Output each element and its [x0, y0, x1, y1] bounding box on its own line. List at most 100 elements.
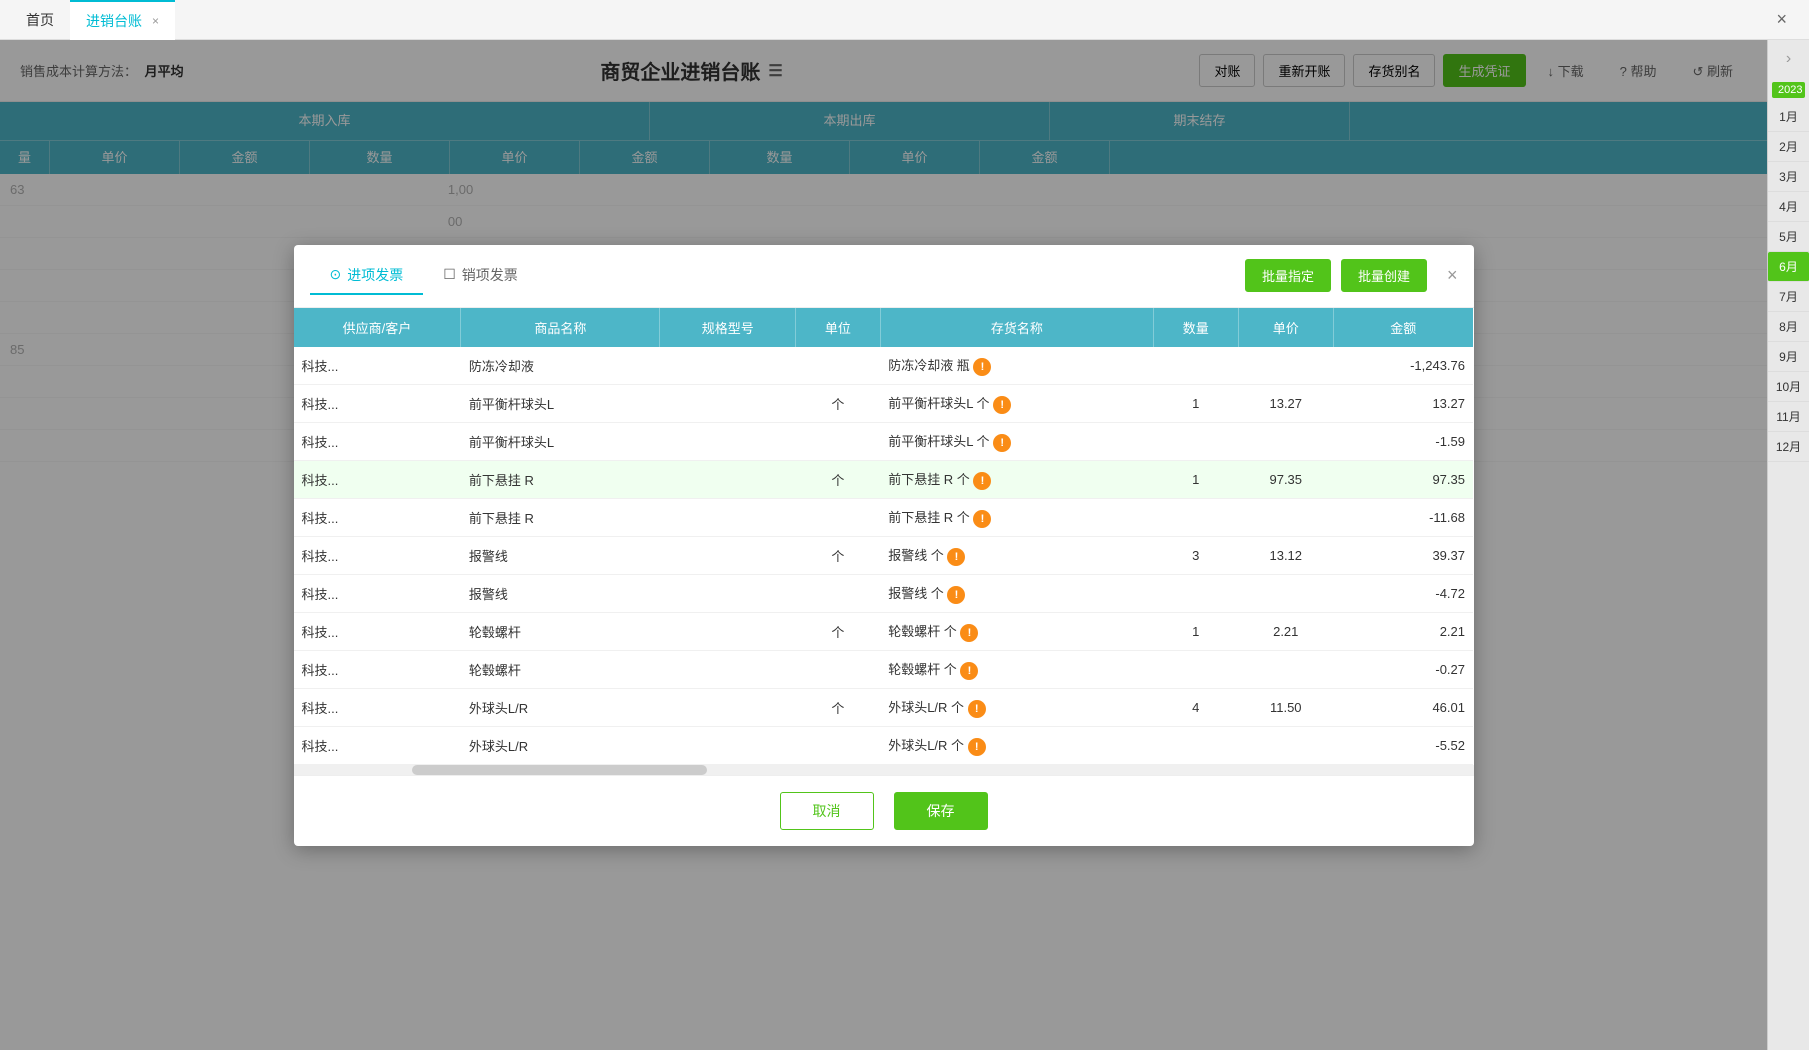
tab-close-icon[interactable]: ×	[152, 1, 159, 41]
cell-amount: 46.01	[1333, 688, 1473, 726]
dialog-close-button[interactable]: ×	[1447, 265, 1458, 286]
cell-qty: 4	[1153, 688, 1238, 726]
cell-inventory: 前下悬挂 R 个 !	[880, 460, 1153, 498]
cell-amount: -1,243.76	[1333, 347, 1473, 385]
month-item-8[interactable]: 8月	[1768, 312, 1809, 342]
th-spec: 规格型号	[660, 308, 796, 347]
cell-price: 11.50	[1238, 688, 1333, 726]
cell-spec	[660, 422, 796, 460]
cell-supplier: 科技...	[294, 347, 461, 385]
cell-qty: 1	[1153, 612, 1238, 650]
cell-unit: 个	[796, 460, 881, 498]
cell-product: 轮毂螺杆	[461, 650, 660, 688]
dialog-table: 供应商/客户 商品名称 规格型号 单位 存货名称 数量 单价 金额	[294, 308, 1474, 765]
cell-product: 前平衡杆球头L	[461, 384, 660, 422]
cell-inventory: 报警线 个 !	[880, 536, 1153, 574]
right-sidebar: › 2023 1月 2月 3月 4月 5月 6月 7月 8月 9月 10月 11…	[1767, 40, 1809, 1050]
month-item-1[interactable]: 1月	[1768, 102, 1809, 132]
cell-qty: 1	[1153, 460, 1238, 498]
th-inventory: 存货名称	[880, 308, 1153, 347]
dialog-header: ⊙ 进项发票 ☐ 销项发票 批量指定 批量创建 ×	[294, 245, 1474, 308]
month-item-12[interactable]: 12月	[1768, 432, 1809, 462]
cell-unit	[796, 726, 881, 764]
warn-icon: !	[993, 396, 1011, 414]
cell-price: 13.27	[1238, 384, 1333, 422]
cell-product: 报警线	[461, 574, 660, 612]
cell-unit	[796, 574, 881, 612]
cell-unit	[796, 498, 881, 536]
tab-active[interactable]: 进销台账 ×	[70, 0, 175, 40]
left-panel: 销售成本计算方法： 月平均 商贸企业进销台账 ☰ 对账 重新开账 存货别名 生成…	[0, 40, 1767, 1050]
cell-supplier: 科技...	[294, 460, 461, 498]
cell-supplier: 科技...	[294, 726, 461, 764]
outgoing-tab-label: 销项发票	[462, 265, 518, 285]
month-item-2[interactable]: 2月	[1768, 132, 1809, 162]
cell-unit: 个	[796, 688, 881, 726]
table-header-row: 供应商/客户 商品名称 规格型号 单位 存货名称 数量 单价 金额	[294, 308, 1474, 347]
cancel-button[interactable]: 取消	[780, 792, 874, 830]
cell-product: 轮毂螺杆	[461, 612, 660, 650]
month-item-6[interactable]: 6月	[1768, 252, 1809, 282]
month-list: 2023 1月 2月 3月 4月 5月 6月 7月 8月 9月 10月 11月 …	[1768, 78, 1809, 1050]
cell-qty	[1153, 574, 1238, 612]
month-item-3[interactable]: 3月	[1768, 162, 1809, 192]
outgoing-icon: ☐	[443, 266, 456, 283]
month-item-5[interactable]: 5月	[1768, 222, 1809, 252]
dialog-footer: 取消 保存	[294, 775, 1474, 846]
save-button[interactable]: 保存	[894, 792, 988, 830]
cell-price	[1238, 574, 1333, 612]
batch-assign-button[interactable]: 批量指定	[1245, 259, 1331, 292]
cell-inventory: 轮毂螺杆 个 !	[880, 650, 1153, 688]
cell-unit: 个	[796, 536, 881, 574]
warn-icon: !	[960, 662, 978, 680]
cell-price	[1238, 650, 1333, 688]
cell-qty	[1153, 650, 1238, 688]
table-row: 科技... 轮毂螺杆 个 轮毂螺杆 个 ! 1 2.21 2.21	[294, 612, 1474, 650]
dialog-table-wrap[interactable]: 供应商/客户 商品名称 规格型号 单位 存货名称 数量 单价 金额	[294, 308, 1474, 765]
cell-qty	[1153, 347, 1238, 385]
horizontal-scrollbar[interactable]	[294, 765, 1474, 775]
cell-product: 报警线	[461, 536, 660, 574]
tab-outgoing-invoice[interactable]: ☐ 销项发票	[423, 257, 538, 295]
month-item-4[interactable]: 4月	[1768, 192, 1809, 222]
month-item-11[interactable]: 11月	[1768, 402, 1809, 432]
cell-qty: 1	[1153, 384, 1238, 422]
cell-inventory: 前下悬挂 R 个 !	[880, 498, 1153, 536]
cell-unit	[796, 650, 881, 688]
cell-price	[1238, 726, 1333, 764]
th-qty: 数量	[1153, 308, 1238, 347]
cell-price	[1238, 498, 1333, 536]
active-tab-label: 进销台账	[86, 1, 142, 41]
cell-supplier: 科技...	[294, 612, 461, 650]
batch-create-button[interactable]: 批量创建	[1341, 259, 1427, 292]
cell-supplier: 科技...	[294, 574, 461, 612]
month-item-9[interactable]: 9月	[1768, 342, 1809, 372]
window-close-button[interactable]: ×	[1764, 9, 1799, 30]
table-row: 科技... 前下悬挂 R 个 前下悬挂 R 个 ! 1 97.35 97.35	[294, 460, 1474, 498]
cell-product: 防冻冷却液	[461, 347, 660, 385]
tab-incoming-invoice[interactable]: ⊙ 进项发票	[310, 257, 424, 295]
month-item-7[interactable]: 7月	[1768, 282, 1809, 312]
cell-spec	[660, 574, 796, 612]
warn-icon: !	[947, 548, 965, 566]
table-row: 科技... 前下悬挂 R 前下悬挂 R 个 ! -11.68	[294, 498, 1474, 536]
cell-spec	[660, 612, 796, 650]
incoming-tab-label: 进项发票	[347, 265, 403, 285]
cell-amount: -11.68	[1333, 498, 1473, 536]
cell-qty	[1153, 726, 1238, 764]
cell-amount: -1.59	[1333, 422, 1473, 460]
cell-price	[1238, 422, 1333, 460]
table-row: 科技... 前平衡杆球头L 前平衡杆球头L 个 ! -1.59	[294, 422, 1474, 460]
cell-product: 前下悬挂 R	[461, 498, 660, 536]
cell-inventory: 轮毂螺杆 个 !	[880, 612, 1153, 650]
main-area: 销售成本计算方法： 月平均 商贸企业进销台账 ☰ 对账 重新开账 存货别名 生成…	[0, 40, 1809, 1050]
tab-home[interactable]: 首页	[10, 0, 70, 40]
incoming-icon: ⊙	[330, 266, 342, 283]
sidebar-arrow[interactable]: ›	[1768, 40, 1809, 78]
warn-icon: !	[973, 358, 991, 376]
cell-spec	[660, 726, 796, 764]
cell-spec	[660, 460, 796, 498]
month-item-10[interactable]: 10月	[1768, 372, 1809, 402]
cell-price: 13.12	[1238, 536, 1333, 574]
year-badge: 2023	[1772, 82, 1805, 98]
